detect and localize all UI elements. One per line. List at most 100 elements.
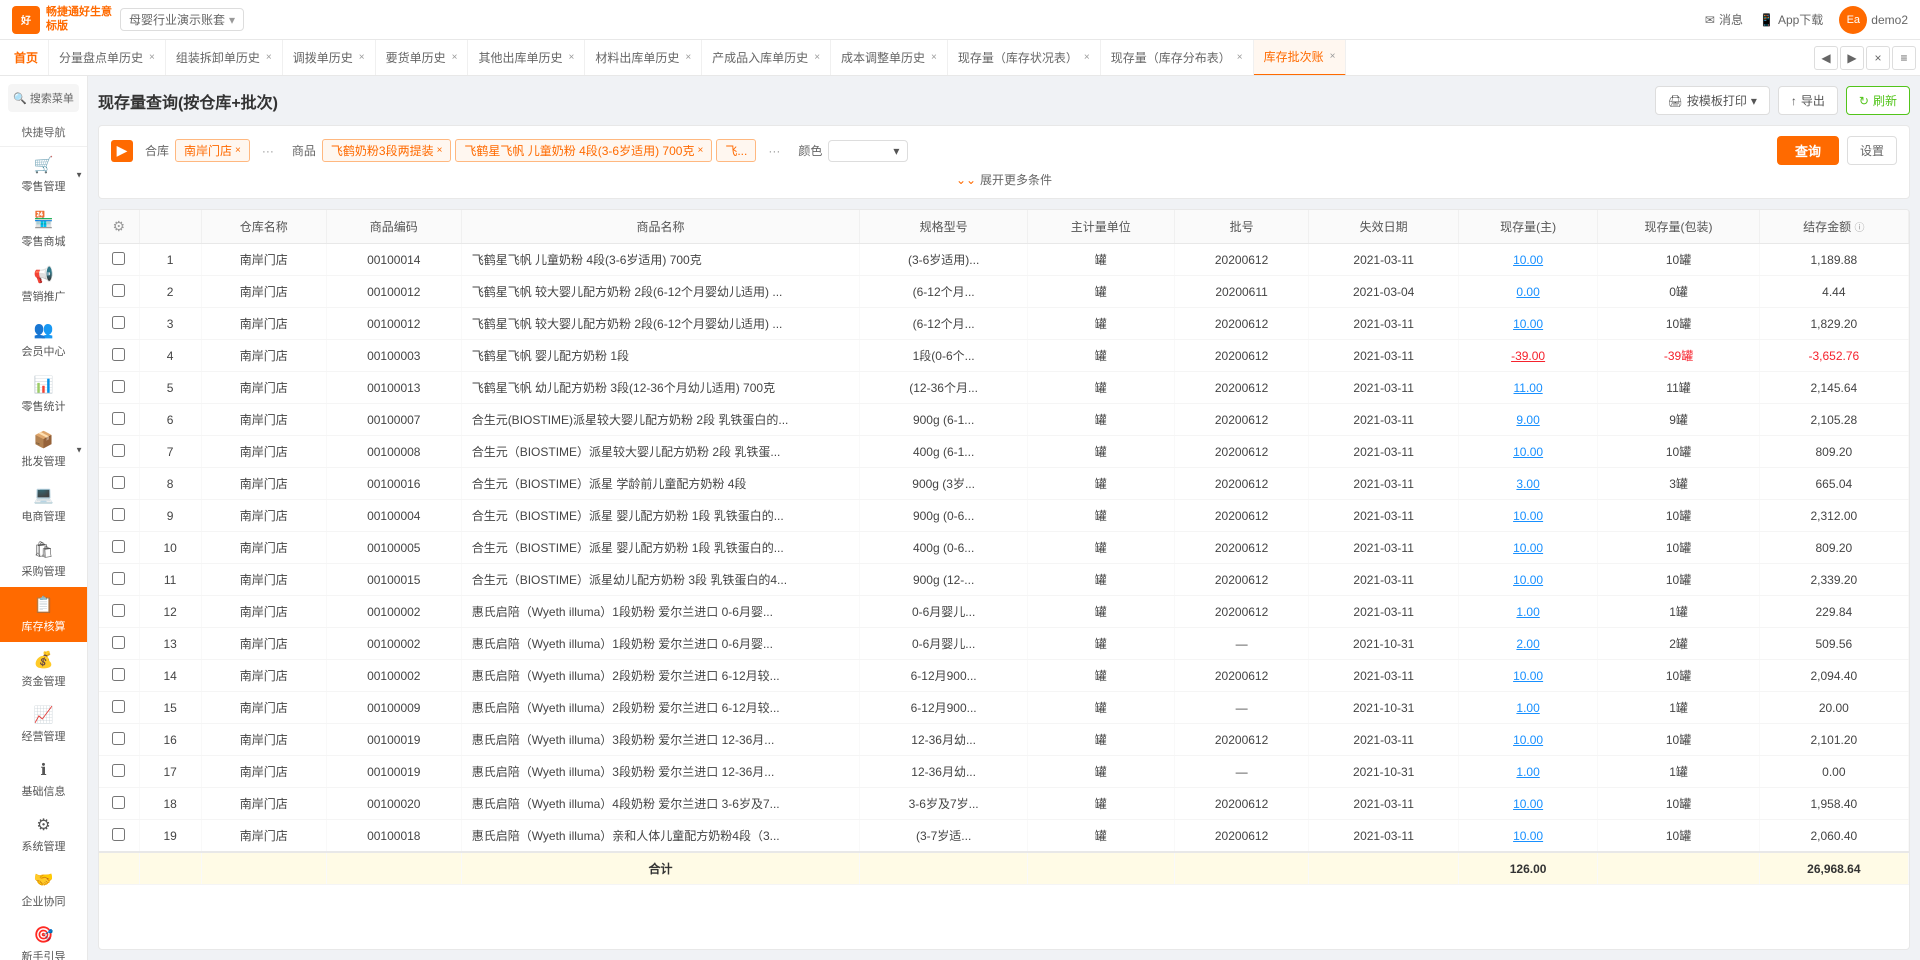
tab-9[interactable]: 现存量（库存状况表）× [948, 40, 1101, 76]
remove-product2-icon[interactable]: × [697, 145, 703, 156]
close-icon[interactable]: × [568, 52, 574, 63]
row-qty-main[interactable]: 10.00 [1458, 308, 1598, 340]
row-qty-main[interactable]: 10.00 [1458, 788, 1598, 820]
info-icon[interactable]: ⓘ [1855, 223, 1865, 234]
sidebar-item-finance[interactable]: 💰 资金管理 [0, 642, 87, 697]
sidebar-item-wholesale[interactable]: 📦 批发管理 [0, 422, 87, 477]
row-qty-main[interactable]: 2.00 [1458, 628, 1598, 660]
warehouse-more[interactable]: ··· [256, 142, 280, 160]
tab-8[interactable]: 成本调整单历史 × [831, 40, 948, 76]
tab-prev-button[interactable]: ◀ [1814, 46, 1838, 70]
sidebar-item-ecommerce[interactable]: 💻 电商管理 [0, 477, 87, 532]
sidebar-item-basic-info[interactable]: ℹ 基础信息 [0, 752, 87, 807]
product-more[interactable]: ··· [762, 142, 786, 160]
close-icon[interactable]: × [685, 52, 691, 63]
sidebar-item-operations[interactable]: 📈 经营管理 [0, 697, 87, 752]
tab-menu-button[interactable]: ≡ [1892, 46, 1916, 70]
message-button[interactable]: ✉ 消息 [1705, 11, 1743, 28]
product-tag-more[interactable]: 飞... [716, 139, 756, 162]
row-qty-main[interactable]: 10.00 [1458, 500, 1598, 532]
row-checkbox[interactable] [99, 308, 139, 340]
row-qty-main[interactable]: 10.00 [1458, 660, 1598, 692]
row-qty-main[interactable]: 1.00 [1458, 756, 1598, 788]
tab-11[interactable]: 库存批次账 × [1254, 40, 1347, 76]
close-icon[interactable]: × [1330, 51, 1336, 62]
row-qty-main[interactable]: 10.00 [1458, 724, 1598, 756]
sidebar-item-retail-stats[interactable]: 📊 零售统计 [0, 367, 87, 422]
tab-3[interactable]: 调拨单历史 × [283, 40, 376, 76]
tab-1[interactable]: 分量盘点单历史 × [49, 40, 166, 76]
sidebar-item-guide[interactable]: 🎯 新手引导 [0, 917, 87, 960]
row-checkbox[interactable] [99, 372, 139, 404]
row-qty-main[interactable]: 11.00 [1458, 372, 1598, 404]
user-menu[interactable]: Ea demo2 [1839, 6, 1908, 34]
row-qty-main[interactable]: -39.00 [1458, 340, 1598, 372]
row-checkbox[interactable] [99, 660, 139, 692]
sidebar-item-retail-mall[interactable]: 🏪 零售商城 [0, 202, 87, 257]
filter-expand-button[interactable]: ▶ [111, 140, 133, 162]
row-checkbox[interactable] [99, 244, 139, 276]
tab-close-button[interactable]: × [1866, 46, 1890, 70]
close-icon[interactable]: × [266, 52, 272, 63]
row-checkbox[interactable] [99, 724, 139, 756]
row-checkbox[interactable] [99, 820, 139, 853]
row-checkbox[interactable] [99, 436, 139, 468]
sidebar-item-system[interactable]: ⚙ 系统管理 [0, 807, 87, 862]
row-qty-main[interactable]: 3.00 [1458, 468, 1598, 500]
row-checkbox[interactable] [99, 788, 139, 820]
warehouse-tag[interactable]: 南岸门店 × [175, 139, 250, 162]
row-qty-main[interactable]: 10.00 [1458, 244, 1598, 276]
template-print-button[interactable]: 🖨 按模板打印 ▾ [1655, 86, 1770, 115]
remove-warehouse-icon[interactable]: × [235, 145, 241, 156]
row-qty-main[interactable]: 10.00 [1458, 532, 1598, 564]
row-checkbox[interactable] [99, 404, 139, 436]
product-tag-1[interactable]: 飞鹤奶粉3段两提装 × [322, 139, 452, 162]
search-menu-button[interactable]: 🔍 搜索菜单 [8, 84, 79, 112]
row-qty-main[interactable]: 1.00 [1458, 692, 1598, 724]
settings-button[interactable]: 设置 [1847, 136, 1897, 165]
product-tag-2[interactable]: 飞鹤星飞帆 儿童奶粉 4段(3-6岁适用) 700克 × [455, 139, 712, 162]
expand-conditions[interactable]: ⌄⌄ 展开更多条件 [111, 171, 1897, 188]
close-icon[interactable]: × [814, 52, 820, 63]
query-button[interactable]: 查询 [1777, 136, 1839, 165]
tab-home[interactable]: 首页 [4, 40, 49, 76]
row-checkbox[interactable] [99, 468, 139, 500]
tab-2[interactable]: 组装拆卸单历史 × [166, 40, 283, 76]
breadcrumb-select[interactable]: 母婴行业演示账套 ▾ [120, 8, 244, 31]
row-qty-main[interactable]: 10.00 [1458, 820, 1598, 853]
sidebar-item-member[interactable]: 👥 会员中心 [0, 312, 87, 367]
sidebar-item-inventory[interactable]: 📋 库存核算 [0, 587, 87, 642]
close-icon[interactable]: × [359, 52, 365, 63]
row-qty-main[interactable]: 9.00 [1458, 404, 1598, 436]
row-checkbox[interactable] [99, 564, 139, 596]
close-icon[interactable]: × [931, 52, 937, 63]
tab-4[interactable]: 要货单历史 × [376, 40, 469, 76]
close-icon[interactable]: × [452, 52, 458, 63]
row-qty-main[interactable]: 0.00 [1458, 276, 1598, 308]
tab-7[interactable]: 产成品入库单历史 × [702, 40, 831, 76]
close-icon[interactable]: × [1084, 52, 1090, 63]
row-qty-main[interactable]: 1.00 [1458, 596, 1598, 628]
row-checkbox[interactable] [99, 276, 139, 308]
row-checkbox[interactable] [99, 500, 139, 532]
tab-5[interactable]: 其他出库单历史 × [468, 40, 585, 76]
sidebar-item-enterprise[interactable]: 🤝 企业协同 [0, 862, 87, 917]
row-checkbox[interactable] [99, 596, 139, 628]
tab-next-button[interactable]: ▶ [1840, 46, 1864, 70]
close-icon[interactable]: × [149, 52, 155, 63]
tab-10[interactable]: 现存量（库存分布表）× [1101, 40, 1254, 76]
row-checkbox[interactable] [99, 532, 139, 564]
row-qty-main[interactable]: 10.00 [1458, 436, 1598, 468]
gear-icon[interactable]: ⚙ [112, 218, 125, 234]
row-checkbox[interactable] [99, 628, 139, 660]
tab-6[interactable]: 材料出库单历史 × [585, 40, 702, 76]
color-select[interactable]: ▾ [828, 140, 908, 162]
close-icon[interactable]: × [1237, 52, 1243, 63]
sidebar-item-purchase[interactable]: 🛍 采购管理 [0, 532, 87, 587]
row-checkbox[interactable] [99, 692, 139, 724]
sidebar-item-marketing[interactable]: 📢 营销推广 [0, 257, 87, 312]
row-qty-main[interactable]: 10.00 [1458, 564, 1598, 596]
export-button[interactable]: ↑ 导出 [1778, 86, 1838, 115]
remove-product1-icon[interactable]: × [437, 145, 443, 156]
row-checkbox[interactable] [99, 340, 139, 372]
